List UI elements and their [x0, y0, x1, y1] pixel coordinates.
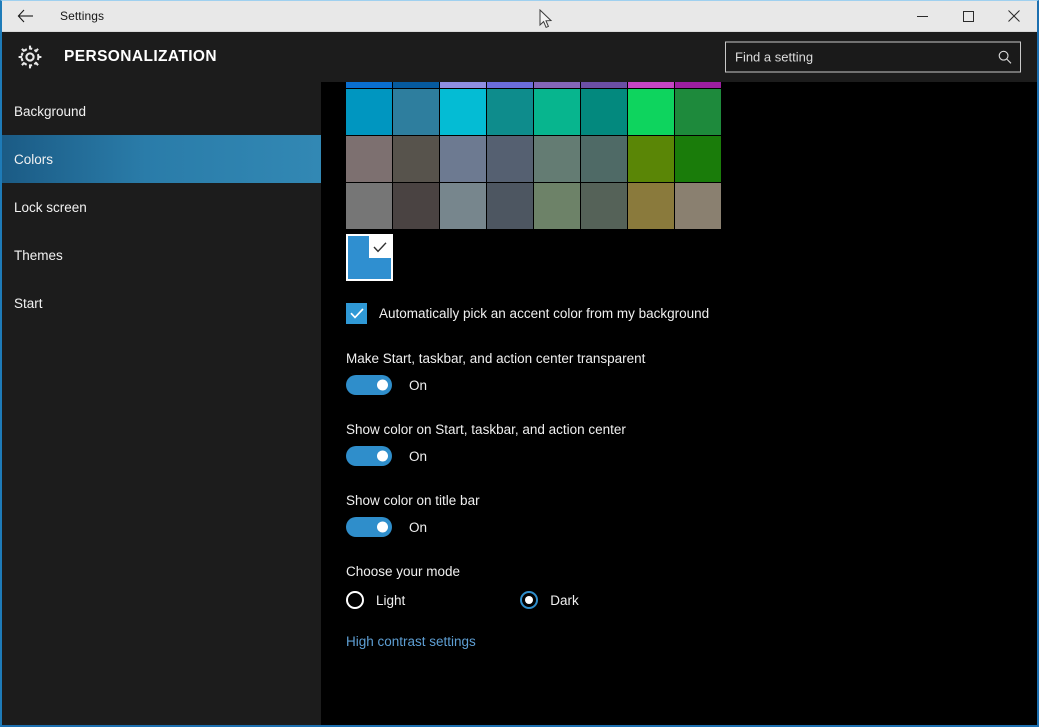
- sidebar: Background Colors Lock screen Themes Sta…: [2, 82, 321, 725]
- search-box[interactable]: [725, 41, 1021, 73]
- color-swatch[interactable]: [628, 89, 674, 135]
- color-swatch[interactable]: [628, 136, 674, 182]
- color-swatch[interactable]: [534, 82, 580, 88]
- selected-accent-swatch[interactable]: [346, 234, 393, 281]
- color-swatch[interactable]: [628, 82, 674, 88]
- check-icon: [369, 236, 391, 258]
- mode-radio-row: Light Dark: [346, 591, 1037, 609]
- gear-icon: [14, 41, 46, 73]
- title-bar: Settings: [2, 1, 1037, 32]
- color-swatch[interactable]: [534, 89, 580, 135]
- toggle-row[interactable]: On: [346, 517, 1037, 537]
- auto-accent-checkbox[interactable]: [346, 303, 367, 324]
- setting-label: Show color on Start, taskbar, and action…: [346, 422, 626, 437]
- color-swatch[interactable]: [346, 183, 392, 229]
- choose-your-mode-group: Choose your mode Light Dark: [346, 564, 1037, 609]
- toggle-row[interactable]: On: [346, 446, 1037, 466]
- toggle-row[interactable]: On: [346, 375, 1037, 395]
- settings-window: Settings PERSONALIZATION Find a setting …: [0, 0, 1039, 727]
- sidebar-item-label: Colors: [14, 151, 54, 167]
- app-header: PERSONALIZATION: [2, 32, 1037, 82]
- mode-option-dark[interactable]: Dark: [520, 591, 579, 609]
- radio-dark-icon[interactable]: [520, 591, 539, 609]
- mode-option-light[interactable]: Light: [346, 591, 405, 609]
- color-swatch[interactable]: [346, 89, 392, 135]
- radio-light-label: Light: [376, 592, 406, 608]
- toggle-knob: [377, 450, 388, 462]
- close-button[interactable]: [991, 1, 1037, 32]
- color-swatch[interactable]: [487, 183, 533, 229]
- color-swatch[interactable]: [581, 82, 627, 88]
- high-contrast-settings-link[interactable]: High contrast settings: [346, 634, 476, 649]
- color-swatch[interactable]: [534, 183, 580, 229]
- radio-light-icon[interactable]: [346, 591, 364, 609]
- color-swatch[interactable]: [675, 82, 721, 88]
- sidebar-item-background[interactable]: Background: [2, 87, 321, 135]
- transparency-toggle[interactable]: [346, 375, 392, 395]
- minimize-button[interactable]: [899, 1, 945, 32]
- radio-dark-label: Dark: [550, 592, 579, 608]
- color-on-start-toggle[interactable]: [346, 446, 392, 466]
- color-swatch[interactable]: [393, 183, 439, 229]
- setting-label: Show color on title bar: [346, 493, 480, 508]
- color-swatch[interactable]: [487, 136, 533, 182]
- sidebar-item-lock-screen[interactable]: Lock screen: [2, 183, 321, 231]
- color-swatch[interactable]: [675, 136, 721, 182]
- back-button[interactable]: [2, 1, 48, 32]
- toggle-knob: [377, 379, 388, 391]
- setting-color-on-start: Show color on Start, taskbar, and action…: [346, 422, 1037, 466]
- toggle-state-label: On: [409, 519, 428, 535]
- maximize-button[interactable]: [945, 1, 991, 32]
- color-swatch[interactable]: [346, 82, 392, 88]
- toggle-state-label: On: [409, 448, 428, 464]
- color-swatch[interactable]: [581, 183, 627, 229]
- accent-color-grid[interactable]: [346, 82, 721, 229]
- sidebar-item-start[interactable]: Start: [2, 279, 321, 327]
- toggle-state-label: On: [409, 377, 428, 393]
- window-title: Settings: [60, 9, 105, 23]
- color-swatch[interactable]: [487, 89, 533, 135]
- page-body: Background Colors Lock screen Themes Sta…: [2, 82, 1037, 725]
- auto-accent-row[interactable]: Automatically pick an accent color from …: [346, 303, 1037, 324]
- settings-content: Automatically pick an accent color from …: [321, 82, 1037, 725]
- color-swatch[interactable]: [581, 89, 627, 135]
- sidebar-item-label: Themes: [14, 247, 63, 263]
- color-swatch[interactable]: [487, 82, 533, 88]
- sidebar-item-colors[interactable]: Colors: [2, 135, 321, 183]
- color-swatch[interactable]: [393, 82, 439, 88]
- color-swatch[interactable]: [440, 82, 486, 88]
- color-swatch[interactable]: [581, 136, 627, 182]
- color-swatch[interactable]: [393, 136, 439, 182]
- color-swatch[interactable]: [628, 183, 674, 229]
- mode-label: Choose your mode: [346, 564, 461, 579]
- color-swatch[interactable]: [440, 89, 486, 135]
- page-title: PERSONALIZATION: [64, 48, 217, 65]
- auto-accent-label: Automatically pick an accent color from …: [379, 306, 710, 321]
- sidebar-item-label: Lock screen: [14, 199, 87, 215]
- color-swatch[interactable]: [440, 183, 486, 229]
- color-swatch[interactable]: [675, 89, 721, 135]
- setting-label: Make Start, taskbar, and action center t…: [346, 351, 646, 366]
- search-input[interactable]: [726, 49, 990, 65]
- sidebar-item-label: Background: [14, 103, 87, 119]
- toggle-knob: [377, 521, 388, 533]
- setting-transparency: Make Start, taskbar, and action center t…: [346, 351, 1037, 395]
- color-swatch[interactable]: [675, 183, 721, 229]
- search-icon[interactable]: [990, 43, 1020, 72]
- color-swatch[interactable]: [440, 136, 486, 182]
- sidebar-item-label: Start: [14, 295, 43, 311]
- color-swatch[interactable]: [346, 136, 392, 182]
- setting-color-on-title-bar: Show color on title bar On: [346, 493, 1037, 537]
- color-swatch[interactable]: [534, 136, 580, 182]
- sidebar-item-themes[interactable]: Themes: [2, 231, 321, 279]
- color-swatch[interactable]: [393, 89, 439, 135]
- color-on-title-bar-toggle[interactable]: [346, 517, 392, 537]
